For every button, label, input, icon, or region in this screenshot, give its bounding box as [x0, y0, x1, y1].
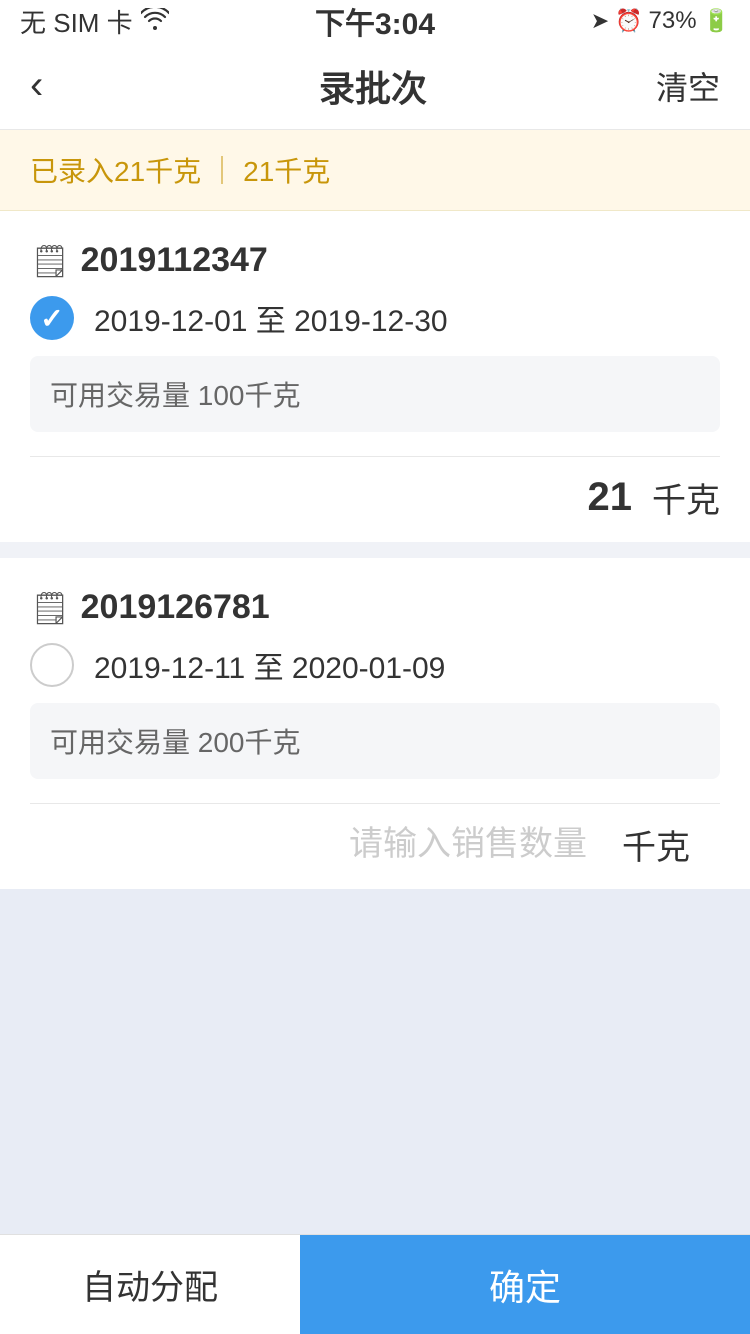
clear-button[interactable]: 清空 [656, 63, 720, 109]
batch-date-2: 2019-12-11 至 2020-01-09 [94, 643, 445, 687]
confirm-button[interactable]: 确定 [300, 1235, 750, 1334]
batch-row-1[interactable]: ✓ 2019-12-01 至 2019-12-30 [30, 296, 720, 340]
input-quantity-row-2: 千克 [30, 803, 720, 889]
summary-bar: 已录入21千克 21千克 [0, 130, 750, 211]
auto-distribute-button[interactable]: 自动分配 [0, 1235, 300, 1334]
batch-id-1: 2019112347 [81, 241, 268, 280]
batch-header-2: 🗒 2019126781 [30, 588, 720, 627]
battery-label: 73% [649, 7, 697, 35]
check-icon-1: ✓ [40, 302, 63, 335]
location-icon: ➤ [591, 8, 609, 34]
summary-value: 21千克 [243, 150, 330, 190]
unit-label-2: 千克 [622, 820, 690, 869]
doc-icon-2: 🗒 [30, 589, 71, 627]
batch-header-1: 🗒 2019112347 [30, 241, 720, 280]
quantity-value-1: 21 [588, 475, 633, 520]
back-button[interactable]: ‹ [30, 63, 90, 108]
summary-label: 已录入21千克 [30, 150, 201, 190]
wifi-icon [141, 6, 169, 37]
batch-date-1: 2019-12-01 至 2019-12-30 [94, 296, 448, 340]
batch-available-2: 可用交易量 200千克 [30, 703, 720, 779]
bottom-bar: 自动分配 确定 [0, 1234, 750, 1334]
batch-available-1: 可用交易量 100千克 [30, 356, 720, 432]
quantity-unit-1: 千克 [652, 473, 720, 522]
radio-unselected-2[interactable] [30, 643, 74, 687]
radio-selected-1[interactable]: ✓ [30, 296, 74, 340]
status-bar: 无 SIM 卡 下午3:04 ➤ ⏰ 73% 🔋 [0, 0, 750, 42]
nav-bar: ‹ 录批次 清空 [0, 42, 750, 130]
alarm-icon: ⏰ [615, 8, 642, 34]
carrier-label: 无 SIM 卡 [20, 3, 133, 40]
section-separator-1 [0, 542, 750, 558]
quantity-input-2[interactable] [302, 825, 602, 864]
batch-row-2[interactable]: 2019-12-11 至 2020-01-09 [30, 643, 720, 687]
page-title: 录批次 [319, 60, 427, 112]
battery-icon: 🔋 [703, 8, 730, 34]
batch-card-2: 🗒 2019126781 2019-12-11 至 2020-01-09 可用交… [0, 558, 750, 889]
doc-icon-1: 🗒 [30, 242, 71, 280]
status-time: 下午3:04 [315, 8, 435, 41]
summary-divider [221, 156, 223, 184]
batch-id-2: 2019126781 [81, 588, 270, 627]
batch-quantity-row-1: 21 千克 [30, 456, 720, 542]
batch-card-1: 🗒 2019112347 ✓ 2019-12-01 至 2019-12-30 可… [0, 211, 750, 542]
